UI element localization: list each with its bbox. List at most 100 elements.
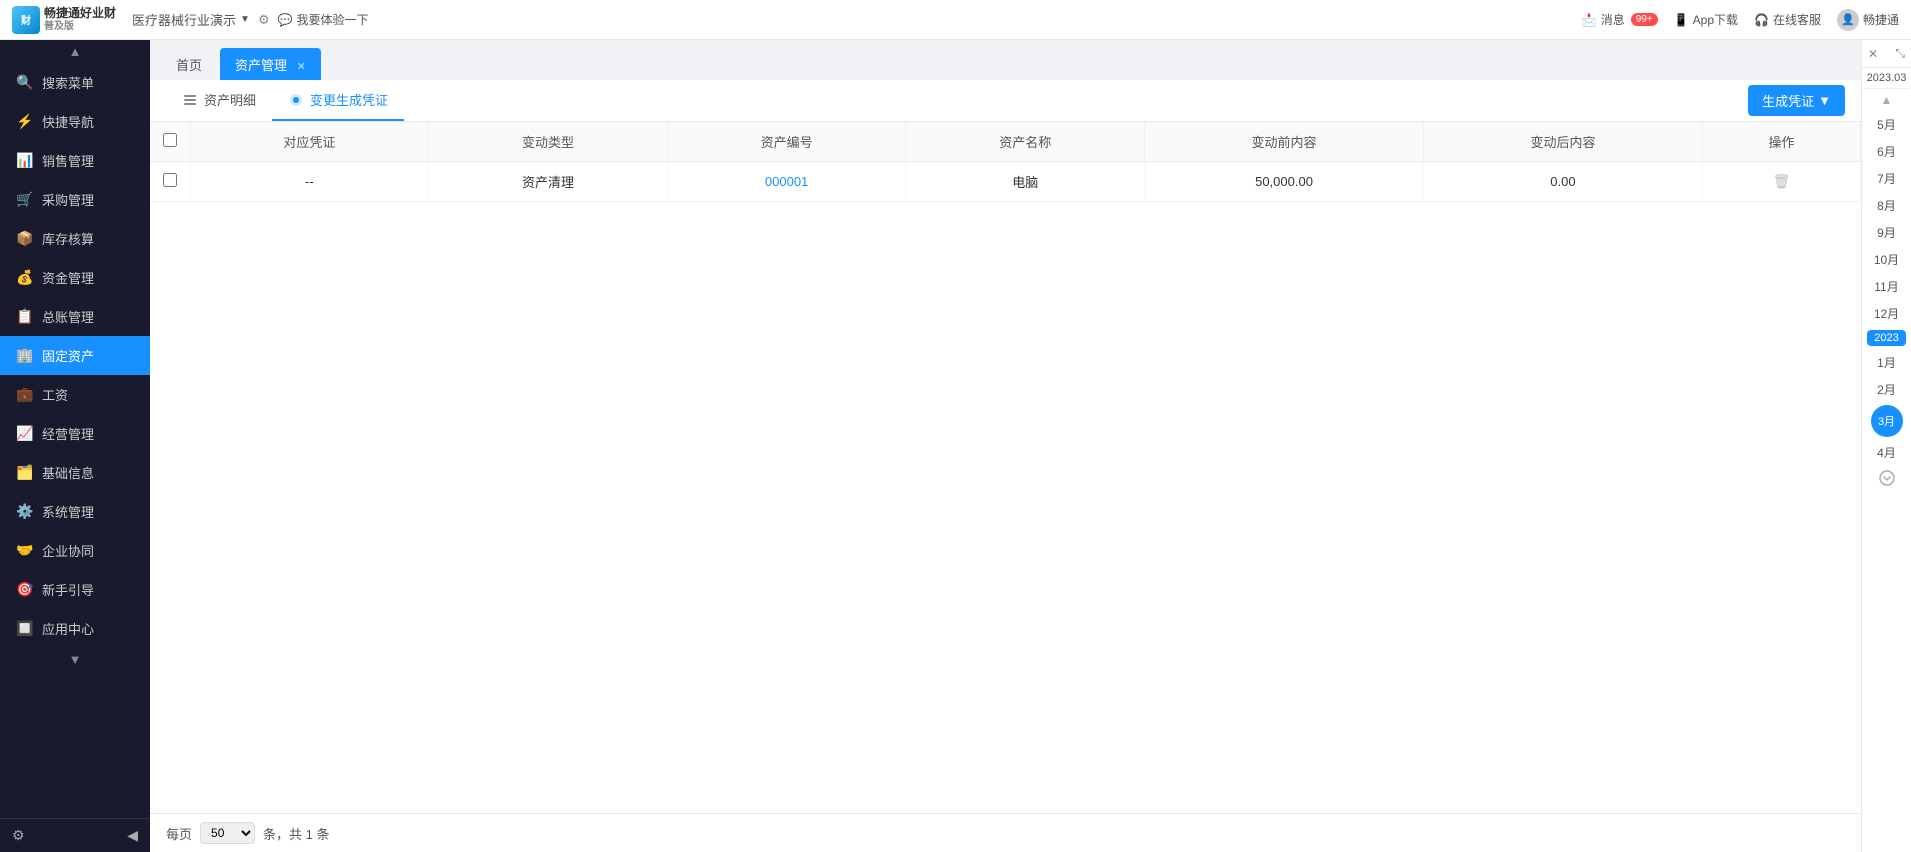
company-selector[interactable]: 医疗器械行业演示 ▼	[132, 10, 250, 29]
inner-tab-bar: 资产明细 变更生成凭证 生成凭证 ▼	[150, 80, 1861, 122]
th-asset-name: 资产名称	[906, 122, 1145, 162]
month-10[interactable]: 10月	[1864, 246, 1908, 273]
td-action[interactable]: 🗑	[1702, 162, 1860, 202]
panel-scroll-down-btn[interactable]	[1875, 466, 1899, 493]
td-change-type: 资产清理	[429, 162, 668, 202]
sidebar-item-ledger[interactable]: 📋 总账管理	[0, 297, 150, 336]
month-2023-1[interactable]: 1月	[1864, 349, 1908, 376]
sidebar-item-guide[interactable]: 🎯 新手引导	[0, 570, 150, 609]
collapse-icon[interactable]: ◀	[127, 827, 138, 844]
header-left: 财 畅捷通好业财 普及版 医疗器械行业演示 ▼ ⚙ 💬 我要体验一下	[12, 6, 369, 34]
main-layout: ▲ 🔍 搜索菜单 ⚡ 快捷导航 📊 销售管理 🛒 采购管理 📦 库存核算 💰 资…	[0, 40, 1911, 852]
generate-voucher-btn[interactable]: 生成凭证 ▼	[1748, 85, 1845, 116]
panel-scroll-up-btn[interactable]: ▲	[1877, 89, 1897, 111]
sidebar-item-cooperation[interactable]: 🤝 企业协同	[0, 531, 150, 570]
sidebar-item-quick-nav[interactable]: ⚡ 快捷导航	[0, 102, 150, 141]
user-btn[interactable]: 👤 畅捷通	[1837, 9, 1899, 31]
sidebar-label-salary: 工资	[42, 385, 68, 404]
sidebar-item-finance[interactable]: 💰 资金管理	[0, 258, 150, 297]
inner-tabs: 资产明细 变更生成凭证	[166, 80, 404, 121]
salary-icon: 💼	[16, 386, 34, 403]
sidebar-label-guide: 新手引导	[42, 580, 94, 599]
sidebar-item-base-info[interactable]: 🗂️ 基础信息	[0, 453, 150, 492]
settings-bottom-icon[interactable]: ⚙	[12, 827, 25, 844]
month-11[interactable]: 11月	[1864, 273, 1908, 300]
logo-icon: 财	[12, 6, 40, 34]
month-2023-2[interactable]: 2月	[1864, 376, 1908, 403]
sidebar-scroll-down[interactable]: ▼	[0, 648, 150, 671]
sidebar-label-finance: 资金管理	[42, 268, 94, 287]
month-5[interactable]: 5月	[1864, 111, 1908, 138]
td-after-content: 0.00	[1423, 162, 1702, 202]
quick-nav-icon: ⚡	[16, 113, 34, 130]
tab-change-voucher[interactable]: 变更生成凭证	[272, 80, 404, 121]
sales-icon: 📊	[16, 152, 34, 169]
finance-icon: 💰	[16, 269, 34, 286]
panel-close-btn[interactable]: ✕	[1866, 45, 1880, 63]
th-change-type: 变动类型	[429, 122, 668, 162]
right-panel-header: ✕ ⤡	[1862, 40, 1911, 68]
messages-btn[interactable]: 📩 消息 99+	[1582, 11, 1658, 28]
delete-row-icon[interactable]: 🗑	[1773, 173, 1791, 189]
row-checkbox[interactable]	[163, 173, 177, 187]
total-count-label: 条，共 1 条	[263, 824, 329, 843]
th-voucher: 对应凭证	[190, 122, 429, 162]
sidebar-item-system[interactable]: ⚙️ 系统管理	[0, 492, 150, 531]
month-2023-4[interactable]: 4月	[1864, 439, 1908, 466]
sidebar-scroll-up[interactable]: ▲	[0, 40, 150, 63]
settings-icon[interactable]: ⚙	[258, 12, 270, 28]
sidebar-item-purchase[interactable]: 🛒 采购管理	[0, 180, 150, 219]
table-wrapper: 对应凭证 变动类型 资产编号 资产名称	[150, 122, 1861, 813]
tab-bar: 首页 资产管理 ✕	[150, 40, 1861, 80]
tab-close-icon[interactable]: ✕	[297, 61, 306, 73]
sidebar-item-app-center[interactable]: 🔲 应用中心	[0, 609, 150, 648]
month-6[interactable]: 6月	[1864, 138, 1908, 165]
panel-expand-btn[interactable]: ⤡	[1893, 44, 1907, 63]
select-all-checkbox[interactable]	[163, 133, 177, 147]
fixed-assets-icon: 🏢	[16, 347, 34, 364]
td-voucher: --	[190, 162, 429, 202]
tag-icon	[288, 92, 304, 108]
month-8[interactable]: 8月	[1864, 192, 1908, 219]
year-2023-badge[interactable]: 2023	[1867, 330, 1906, 346]
sidebar-label-sales: 销售管理	[42, 151, 94, 170]
th-action: 操作	[1702, 122, 1860, 162]
th-after-content: 变动后内容	[1423, 122, 1702, 162]
td-asset-name: 电脑	[906, 162, 1145, 202]
tab-asset-label: 资产管理	[235, 58, 287, 73]
username-label: 畅捷通	[1863, 11, 1899, 28]
system-icon: ⚙️	[16, 503, 34, 520]
sidebar-label-operations: 经营管理	[42, 424, 94, 443]
month-2023-3-active[interactable]: 3月	[1871, 405, 1903, 437]
tab-asset-detail-label: 资产明细	[204, 90, 256, 109]
download-icon: 📱	[1674, 13, 1689, 27]
tab-home[interactable]: 首页	[162, 49, 216, 80]
tab-asset-management[interactable]: 资产管理 ✕	[220, 48, 321, 80]
sidebar-item-inventory[interactable]: 📦 库存核算	[0, 219, 150, 258]
online-service-label: 在线客服	[1773, 11, 1821, 28]
cooperation-icon: 🤝	[16, 542, 34, 559]
sidebar-item-salary[interactable]: 💼 工资	[0, 375, 150, 414]
top-header: 财 畅捷通好业财 普及版 医疗器械行业演示 ▼ ⚙ 💬 我要体验一下 📩 消息 …	[0, 0, 1911, 40]
month-7[interactable]: 7月	[1864, 165, 1908, 192]
sidebar-label-purchase: 采购管理	[42, 190, 94, 209]
sidebar-item-fixed-assets[interactable]: 🏢 固定资产	[0, 336, 150, 375]
online-service-btn[interactable]: 🎧 在线客服	[1754, 11, 1821, 28]
feedback-btn[interactable]: 💬 我要体验一下	[278, 11, 369, 28]
page-size-select[interactable]: 10 20 50 100	[200, 822, 255, 844]
sidebar-label-search: 搜索菜单	[42, 73, 94, 92]
app-download-btn[interactable]: 📱 App下载	[1674, 11, 1738, 28]
pagination-bar: 每页 10 20 50 100 条，共 1 条	[150, 813, 1861, 852]
month-9[interactable]: 9月	[1864, 219, 1908, 246]
year-month-list: ▲ 5月 6月 7月 8月 9月 10月 11月 12月 2023 1月 2月 …	[1862, 89, 1911, 852]
sidebar-label-ledger: 总账管理	[42, 307, 94, 326]
sidebar-item-search[interactable]: 🔍 搜索菜单	[0, 63, 150, 102]
tab-home-label: 首页	[176, 58, 202, 73]
search-icon: 🔍	[16, 74, 34, 91]
tab-change-voucher-label: 变更生成凭证	[310, 90, 388, 109]
month-12[interactable]: 12月	[1864, 300, 1908, 327]
tab-asset-detail[interactable]: 资产明细	[166, 80, 272, 121]
sidebar-item-sales[interactable]: 📊 销售管理	[0, 141, 150, 180]
feedback-icon: 💬	[278, 13, 293, 27]
sidebar-item-operations[interactable]: 📈 经营管理	[0, 414, 150, 453]
